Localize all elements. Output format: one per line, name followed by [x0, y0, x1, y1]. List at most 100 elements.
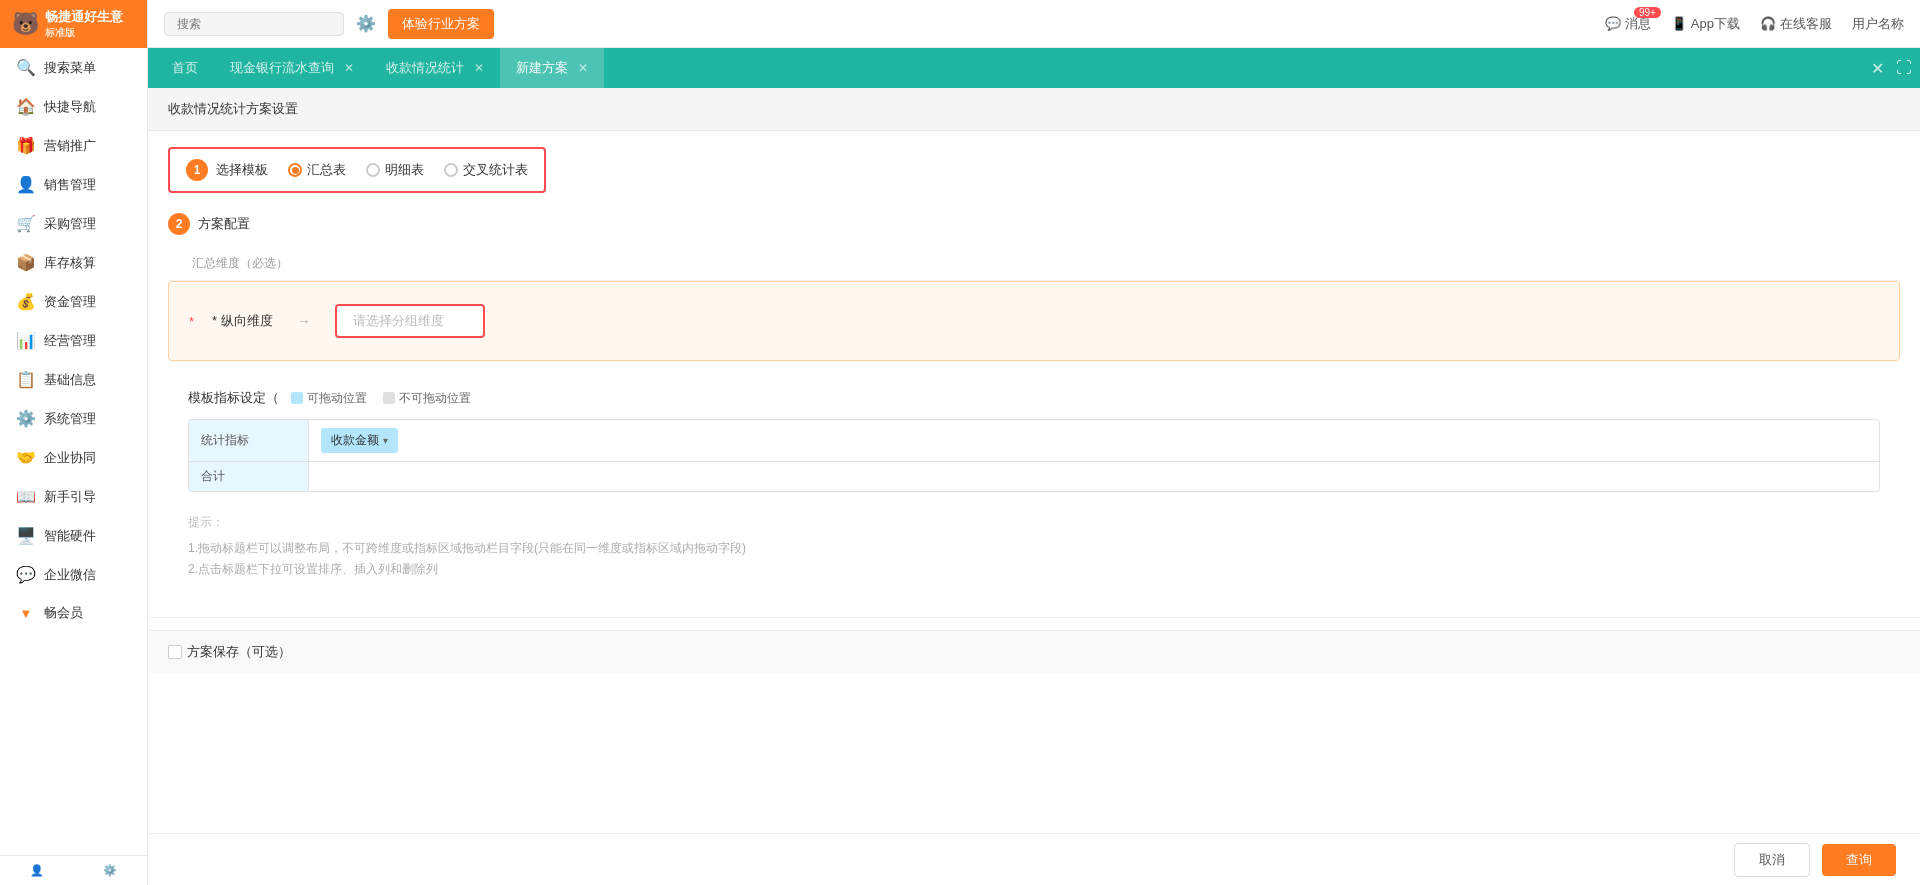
- content-area: 收款情况统计方案设置 1 选择模板 汇总表 明细表: [148, 88, 1920, 833]
- sidebar-item-system[interactable]: ⚙️ 系统管理: [0, 399, 147, 438]
- cart-icon: 🛒: [16, 214, 36, 233]
- radio-summary[interactable]: 汇总表: [288, 161, 346, 179]
- sidebar-settings-btn[interactable]: ⚙️: [103, 864, 117, 877]
- logo-icon: 🐻: [12, 11, 39, 37]
- metric-tag-label: 收款金额: [331, 432, 379, 449]
- sidebar-item-label: 销售管理: [44, 176, 96, 194]
- settings-icon[interactable]: ⚙️: [356, 14, 376, 33]
- header-search-input[interactable]: [164, 12, 344, 36]
- header-right: 💬 消息 99+ 📱 App下载 🎧 在线客服 用户名称: [1605, 15, 1904, 33]
- tab-home[interactable]: 首页: [156, 48, 214, 88]
- tab-home-label: 首页: [172, 59, 198, 77]
- message-icon: 💬: [1605, 16, 1621, 31]
- settings-bottom-icon: ⚙️: [103, 864, 117, 877]
- step2-number: 2: [168, 213, 190, 235]
- col-header-content: 收款金额 ▾: [309, 420, 1879, 461]
- sidebar-item-label: 营销推广: [44, 137, 96, 155]
- divider: [148, 617, 1920, 618]
- radio-crosstab-label: 交叉统计表: [463, 161, 528, 179]
- tab-new-plan[interactable]: 新建方案 ✕: [500, 48, 604, 88]
- message-btn[interactable]: 💬 消息 99+: [1605, 15, 1651, 33]
- sidebar-item-guide[interactable]: 📖 新手引导: [0, 477, 147, 516]
- chart-icon: 📊: [16, 331, 36, 350]
- sidebar-item-wechat[interactable]: 💬 企业微信: [0, 555, 147, 594]
- radio-crosstab[interactable]: 交叉统计表: [444, 161, 528, 179]
- sidebar-item-marketing[interactable]: 🎁 营销推广: [0, 126, 147, 165]
- sidebar-item-sales[interactable]: 👤 销售管理: [0, 165, 147, 204]
- sidebar-item-label: 经营管理: [44, 332, 96, 350]
- row-label: 合计: [189, 461, 309, 491]
- sidebar-item-basic-info[interactable]: 📋 基础信息: [0, 360, 147, 399]
- tab-new-plan-close[interactable]: ✕: [578, 61, 588, 75]
- sidebar-user-btn[interactable]: 👤: [30, 864, 44, 877]
- tab-bank-flow[interactable]: 现金银行流水查询 ✕: [214, 48, 370, 88]
- sidebar-item-cooperation[interactable]: 🤝 企业协同: [0, 438, 147, 477]
- vertical-dim-label: * 纵向维度: [212, 312, 273, 330]
- metrics-col-header-row: 统计指标 收款金额 ▾: [189, 420, 1879, 461]
- tip2: 2.点击标题栏下拉可设置排序、插入列和删除列: [188, 559, 1880, 581]
- dimension-area: * * 纵向维度 → 请选择分组维度: [168, 281, 1900, 361]
- industry-btn[interactable]: 体验行业方案: [388, 9, 494, 39]
- user-info-btn[interactable]: 用户名称: [1852, 15, 1904, 33]
- draggable-indicator: [291, 392, 303, 404]
- step1-number: 1: [186, 159, 208, 181]
- chat-icon: 💬: [16, 565, 36, 584]
- sidebar-item-member[interactable]: ▼ 畅会员: [0, 594, 147, 632]
- service-btn[interactable]: 🎧 在线客服: [1760, 15, 1832, 33]
- main-area: ⚙️ 体验行业方案 💬 消息 99+ 📱 App下载 🎧 在线客服 用户名称: [148, 0, 1920, 885]
- query-button[interactable]: 查询: [1822, 844, 1896, 876]
- tab-collection-stat-close[interactable]: ✕: [474, 61, 484, 75]
- sidebar-item-label: 畅会员: [44, 604, 83, 622]
- tab-close-all-icon[interactable]: ✕: [1871, 59, 1884, 78]
- metrics-table: 统计指标 收款金额 ▾: [188, 419, 1880, 492]
- search-menu-icon: 🔍: [16, 58, 36, 77]
- sidebar-item-quick-nav[interactable]: 🏠 快捷导航: [0, 87, 147, 126]
- sidebar-item-operation[interactable]: 📊 经营管理: [0, 321, 147, 360]
- sidebar-item-hardware[interactable]: 🖥️ 智能硬件: [0, 516, 147, 555]
- service-label: 在线客服: [1780, 15, 1832, 33]
- sidebar-item-search-menu[interactable]: 🔍 搜索菜单: [0, 48, 147, 87]
- tab-expand-icon[interactable]: ⛶: [1896, 59, 1912, 77]
- dimension-title: 汇总维度（必选）: [168, 247, 1900, 281]
- crown-icon: ▼: [16, 606, 36, 621]
- footer-bar: 取消 查询: [148, 833, 1920, 885]
- legend-draggable-label: 可拖动位置: [307, 390, 367, 407]
- gift-icon: 🎁: [16, 136, 36, 155]
- sidebar-item-inventory[interactable]: 📦 库存核算: [0, 243, 147, 282]
- sidebar-item-label: 企业微信: [44, 566, 96, 584]
- sidebar-item-label: 新手引导: [44, 488, 96, 506]
- logo-badge: 标准版: [45, 26, 123, 40]
- radio-detail[interactable]: 明细表: [366, 161, 424, 179]
- tab-collection-stat[interactable]: 收款情况统计 ✕: [370, 48, 500, 88]
- template-radio-group: 汇总表 明细表 交叉统计表: [288, 161, 528, 179]
- save-plan-label: 方案保存（可选）: [187, 643, 291, 661]
- dimension-row: * * 纵向维度 → 请选择分组维度: [189, 304, 485, 338]
- step1-row: 1 选择模板 汇总表 明细表 交叉统计表: [168, 147, 546, 193]
- monitor-icon: 🖥️: [16, 526, 36, 545]
- radio-crosstab-dot: [444, 163, 458, 177]
- step2-label: 方案配置: [198, 215, 250, 233]
- metric-tag-payment[interactable]: 收款金额 ▾: [321, 428, 398, 453]
- dimension-select[interactable]: 请选择分组维度: [335, 304, 485, 338]
- home-icon: 🏠: [16, 97, 36, 116]
- clipboard-icon: 📋: [16, 370, 36, 389]
- gear-icon: ⚙️: [16, 409, 36, 428]
- user-icon: 👤: [16, 175, 36, 194]
- sidebar-item-label: 快捷导航: [44, 98, 96, 116]
- sidebar-item-purchase[interactable]: 🛒 采购管理: [0, 204, 147, 243]
- cancel-button[interactable]: 取消: [1734, 843, 1810, 877]
- box-icon: 📦: [16, 253, 36, 272]
- download-icon: 📱: [1671, 16, 1687, 31]
- sidebar-item-label: 系统管理: [44, 410, 96, 428]
- metrics-title: 模板指标设定（: [188, 389, 279, 407]
- download-btn[interactable]: 📱 App下载: [1671, 15, 1740, 33]
- tips-title: 提示：: [188, 512, 1880, 534]
- username: 用户名称: [1852, 15, 1904, 33]
- radio-detail-dot: [366, 163, 380, 177]
- save-plan-checkbox[interactable]: 方案保存（可选）: [168, 643, 291, 661]
- tab-bank-flow-close[interactable]: ✕: [344, 61, 354, 75]
- sidebar-item-fund[interactable]: 💰 资金管理: [0, 282, 147, 321]
- step2-header: 2 方案配置: [168, 213, 1900, 235]
- tab-bar: 首页 现金银行流水查询 ✕ 收款情况统计 ✕ 新建方案 ✕ ✕ ⛶: [148, 48, 1920, 88]
- metrics-legend: 可拖动位置 不可拖动位置: [291, 390, 471, 407]
